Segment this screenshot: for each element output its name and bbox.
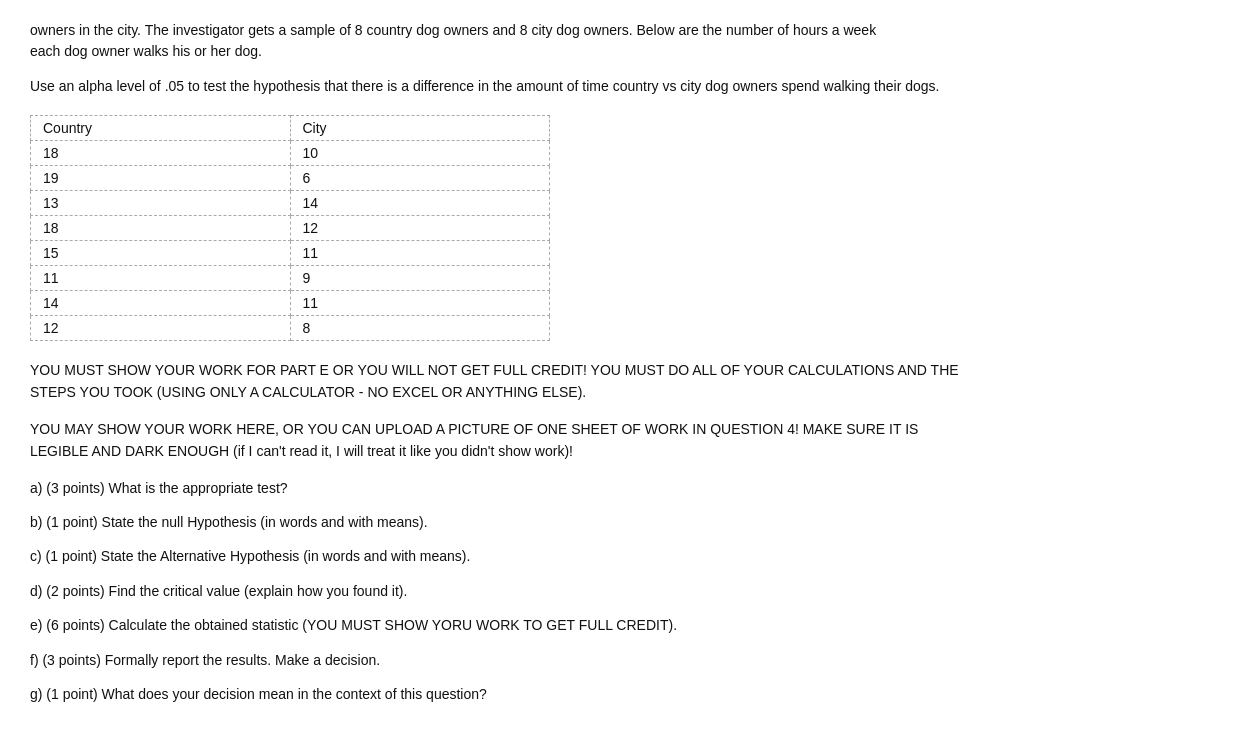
question-b: b) (1 point) State the null Hypothesis (… [30,511,1205,533]
city-cell: 8 [290,316,550,341]
table-row: 128 [31,316,550,341]
table-row: 1812 [31,216,550,241]
question-g: g) (1 point) What does your decision mea… [30,683,1205,705]
question-f: f) (3 points) Formally report the result… [30,649,1205,671]
intro-paragraph: owners in the city. The investigator get… [30,20,1205,97]
table-row: 196 [31,166,550,191]
intro-line2: each dog owner walks his or her dog. [30,43,262,59]
country-cell: 18 [31,141,291,166]
table-row: 1511 [31,241,550,266]
warning-line1: YOU MUST SHOW YOUR WORK FOR PART E OR YO… [30,362,959,378]
table-row: 119 [31,266,550,291]
country-cell: 14 [31,291,291,316]
question-e: e) (6 points) Calculate the obtained sta… [30,614,1205,636]
question-a: a) (3 points) What is the appropriate te… [30,477,1205,499]
city-cell: 11 [290,241,550,266]
warning-line2: STEPS YOU TOOK (USING ONLY A CALCULATOR … [30,384,586,400]
country-cell: 15 [31,241,291,266]
country-cell: 18 [31,216,291,241]
question-d: d) (2 points) Find the critical value (e… [30,580,1205,602]
notice-block: YOU MAY SHOW YOUR WORK HERE, OR YOU CAN … [30,418,1205,463]
warning-block: YOU MUST SHOW YOUR WORK FOR PART E OR YO… [30,359,1205,404]
notice-line2: LEGIBLE AND DARK ENOUGH (if I can't read… [30,443,573,459]
city-cell: 11 [290,291,550,316]
table-row: 1314 [31,191,550,216]
data-table: Country City 181019613141812151111914111… [30,115,550,341]
city-cell: 14 [290,191,550,216]
table-row: 1411 [31,291,550,316]
country-cell: 13 [31,191,291,216]
hypothesis-text: Use an alpha level of .05 to test the hy… [30,78,939,94]
city-cell: 6 [290,166,550,191]
intro-line1: owners in the city. The investigator get… [30,22,876,38]
city-cell: 12 [290,216,550,241]
questions-section: a) (3 points) What is the appropriate te… [30,477,1205,706]
notice-line1: YOU MAY SHOW YOUR WORK HERE, OR YOU CAN … [30,421,918,437]
country-cell: 11 [31,266,291,291]
city-cell: 9 [290,266,550,291]
country-cell: 12 [31,316,291,341]
country-cell: 19 [31,166,291,191]
city-cell: 10 [290,141,550,166]
question-c: c) (1 point) State the Alternative Hypot… [30,545,1205,567]
column-header-country: Country [31,116,291,141]
table-row: 1810 [31,141,550,166]
column-header-city: City [290,116,550,141]
